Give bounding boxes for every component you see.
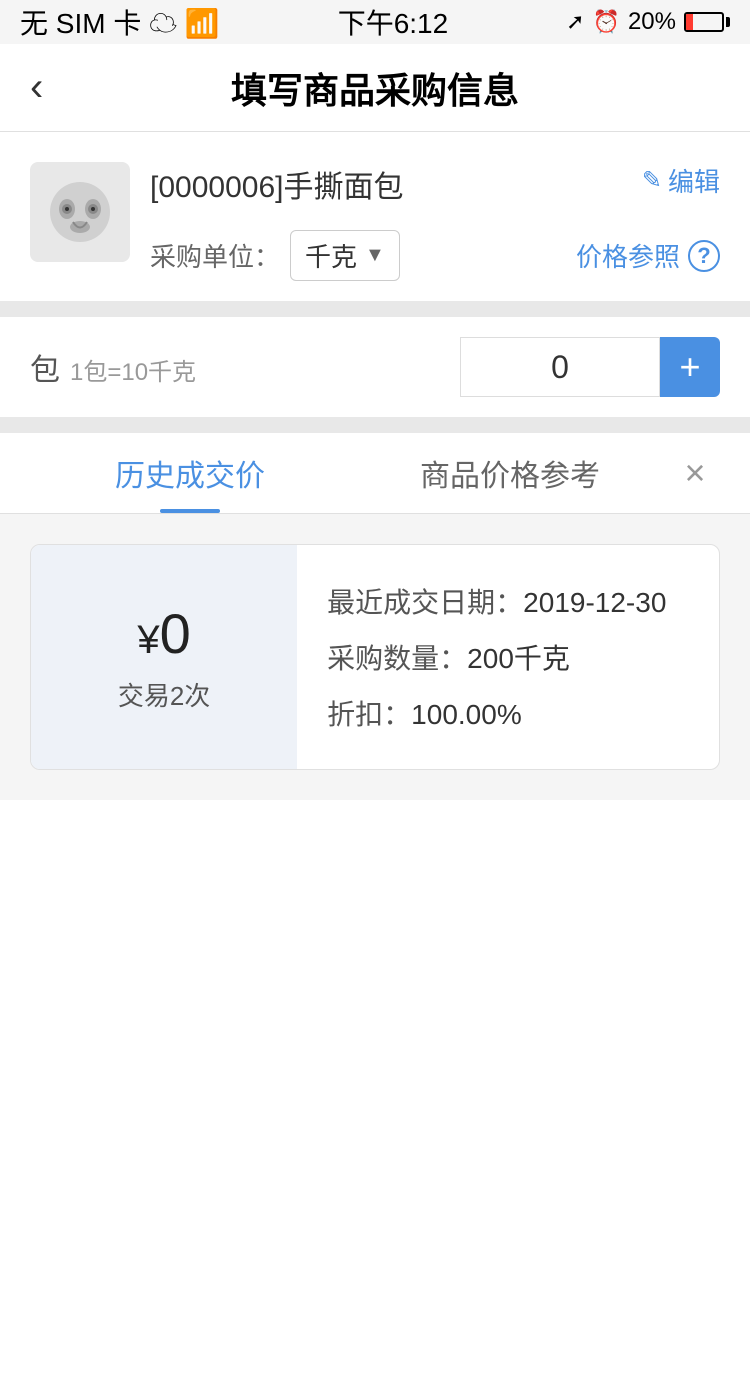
- edit-icon: ✎: [642, 166, 662, 195]
- trade-count: 交易2次: [118, 676, 210, 713]
- tab-product-price-ref-label: 商品价格参考: [420, 451, 600, 495]
- tab-history-price-label: 历史成交价: [115, 451, 265, 495]
- price-ref-label: 价格参照: [576, 237, 680, 274]
- recent-date-value: 2019-12-30: [523, 587, 666, 618]
- nav-bar: ‹ 填写商品采购信息: [0, 44, 750, 132]
- status-bar-time: 下午6:12: [338, 2, 449, 42]
- product-card: [0000006]手撕面包 ✎ 编辑 采购单位： 千克 ▼ 价格参照 ?: [0, 132, 750, 301]
- recent-date-label: 最近成交日期：: [327, 587, 523, 618]
- unit-dropdown-arrow: ▼: [365, 244, 385, 267]
- tab-history-price[interactable]: 历史成交价: [30, 433, 350, 513]
- network-status: 无 SIM 卡 ☁ 📶: [20, 8, 220, 39]
- product-thumbnail: [30, 162, 130, 262]
- quantity-unit-label: 包: [30, 345, 60, 389]
- discount-row: 折扣：100.00%: [327, 693, 689, 733]
- discount-value: 100.00%: [411, 699, 522, 730]
- recent-date-row: 最近成交日期：2019-12-30: [327, 581, 689, 621]
- unit-value: 千克: [305, 237, 357, 274]
- discount-label: 折扣：: [327, 699, 411, 730]
- tab-product-price-ref[interactable]: 商品价格参考: [350, 433, 670, 513]
- product-logo-icon: [45, 177, 115, 247]
- quantity-conversion-label: 1包=10千克: [70, 352, 196, 387]
- price-card: ¥0 交易2次 最近成交日期：2019-12-30 采购数量：200千克 折扣：…: [30, 544, 720, 770]
- quantity-row: 包 1包=10千克 0 +: [0, 317, 750, 417]
- edit-label: 编辑: [668, 162, 720, 199]
- gray-spacer: [0, 417, 750, 433]
- price-display: ¥0: [137, 601, 190, 666]
- tab-close-button[interactable]: ×: [670, 448, 720, 498]
- battery-icon: [684, 12, 730, 32]
- currency-symbol: ¥: [137, 618, 159, 662]
- close-icon: ×: [684, 452, 705, 494]
- tab-bar: 历史成交价 商品价格参考 ×: [0, 433, 750, 514]
- back-button[interactable]: ‹: [30, 65, 43, 110]
- product-name: [0000006]手撕面包: [150, 162, 403, 206]
- quantity-input[interactable]: 0: [460, 337, 660, 397]
- page-title: 填写商品采购信息: [231, 62, 519, 114]
- price-card-left: ¥0 交易2次: [31, 545, 297, 769]
- edit-button[interactable]: ✎ 编辑: [642, 162, 720, 199]
- purchase-qty-label: 采购数量：: [327, 643, 467, 674]
- price-ref-help-icon: ?: [688, 240, 720, 272]
- plus-icon: +: [679, 346, 700, 388]
- unit-label: 采购单位：: [150, 237, 280, 274]
- bottom-area: [0, 800, 750, 1400]
- status-bar: 无 SIM 卡 ☁ 📶 下午6:12 ➚ ⏰ 20%: [0, 0, 750, 44]
- section-divider: [0, 301, 750, 317]
- quantity-controls: 0 +: [460, 337, 720, 397]
- location-icon: ➚: [566, 9, 584, 35]
- unit-select[interactable]: 千克 ▼: [290, 230, 400, 281]
- product-info: [0000006]手撕面包 ✎ 编辑 采购单位： 千克 ▼ 价格参照 ?: [150, 162, 720, 281]
- quantity-plus-button[interactable]: +: [660, 337, 720, 397]
- status-bar-left: 无 SIM 卡 ☁ 📶: [20, 2, 220, 42]
- status-bar-right: ➚ ⏰ 20%: [566, 8, 730, 36]
- price-ref-button[interactable]: 价格参照 ?: [576, 237, 720, 274]
- price-number: 0: [160, 602, 191, 665]
- alarm-icon: ⏰: [593, 9, 620, 35]
- price-card-right: 最近成交日期：2019-12-30 采购数量：200千克 折扣：100.00%: [297, 545, 719, 769]
- quantity-value: 0: [551, 349, 569, 386]
- battery-percent: 20%: [628, 8, 676, 36]
- price-panel: ¥0 交易2次 最近成交日期：2019-12-30 采购数量：200千克 折扣：…: [0, 514, 750, 800]
- purchase-qty-value: 200千克: [467, 643, 570, 674]
- purchase-qty-row: 采购数量：200千克: [327, 637, 689, 677]
